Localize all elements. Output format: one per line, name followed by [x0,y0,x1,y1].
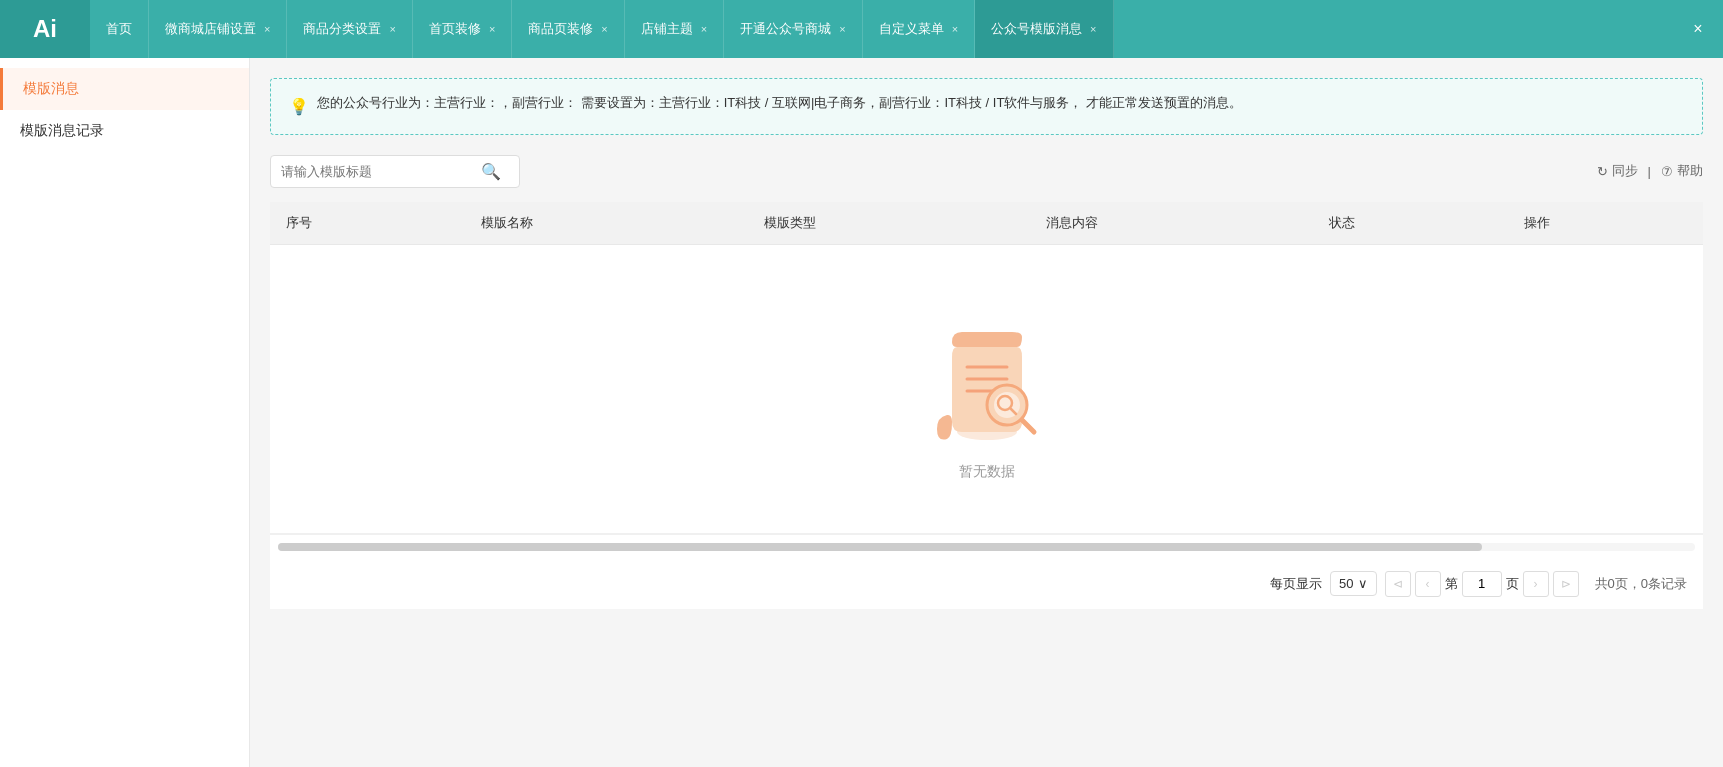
notice-box: 💡 您的公众号行业为：主营行业：，副营行业： 需要设置为：主营行业：IT科技 /… [270,78,1703,135]
nav-tab-home[interactable]: 首页 [90,0,149,58]
last-page-button[interactable]: ⊳ [1553,571,1579,597]
col-header-status: 状态 [1313,202,1508,245]
nav-tabs-container: 首页微商城店铺设置×商品分类设置×首页装修×商品页装修×店铺主题×开通公众号商城… [90,0,1673,58]
search-bar: 🔍 ↻ 同步 | ⑦ 帮助 [270,155,1703,188]
help-button[interactable]: ⑦ 帮助 [1661,162,1703,180]
notice-highlight: 需要设置为：主营行业：IT科技 / 互联网|电子商务，副营行业：IT科技 / I… [581,95,1083,110]
main-layout: 模版消息模版消息记录 💡 您的公众号行业为：主营行业：，副营行业： 需要设置为：… [0,58,1723,767]
empty-cell: 暂无数据 [270,244,1703,533]
page-size-value: 50 [1339,576,1353,591]
page-size-selector[interactable]: 50 ∨ [1330,571,1376,596]
next-page-button[interactable]: › [1523,571,1549,597]
nav-tab-store-theme[interactable]: 店铺主题× [625,0,724,58]
col-header-seq: 序号 [270,202,465,245]
table-header: 序号模版名称模版类型消息内容状态操作 [270,202,1703,245]
page-label-after: 页 [1506,575,1519,593]
sync-button[interactable]: ↻ 同步 [1597,162,1638,180]
close-tab-icon[interactable]: × [952,23,958,35]
col-header-action: 操作 [1508,202,1703,245]
col-header-type: 模版类型 [748,202,1031,245]
empty-state-icon [922,317,1052,447]
app-logo: Ai [0,0,90,58]
nav-tab-product-decoration[interactable]: 商品页装修× [512,0,624,58]
page-navigation: ⊲ ‹ 第 页 › ⊳ [1385,571,1579,597]
close-tab-icon[interactable]: × [601,23,607,35]
nav-tab-home-decoration[interactable]: 首页装修× [413,0,512,58]
sidebar: 模版消息模版消息记录 [0,58,250,767]
close-tab-icon[interactable]: × [489,23,495,35]
nav-tab-custom-menu[interactable]: 自定义菜单× [863,0,975,58]
empty-row: 暂无数据 [270,244,1703,533]
horizontal-scrollbar[interactable] [270,534,1703,559]
page-label-before: 第 [1445,575,1458,593]
top-actions: ↻ 同步 | ⑦ 帮助 [1597,162,1703,180]
page-size-label: 每页显示 [1270,575,1322,593]
prev-page-button[interactable]: ‹ [1415,571,1441,597]
search-input-wrapper[interactable]: 🔍 [270,155,520,188]
refresh-icon: ↻ [1597,164,1608,179]
help-icon: ⑦ [1661,164,1673,179]
action-divider: | [1648,164,1651,179]
nav-tab-store-settings[interactable]: 微商城店铺设置× [149,0,287,58]
notice-text: 您的公众号行业为：主营行业：，副营行业： 需要设置为：主营行业：IT科技 / 互… [317,93,1242,114]
pagination: 每页显示 50 ∨ ⊲ ‹ 第 页 › ⊳ 共0页，0条记录 [270,559,1703,609]
scrollbar-track [278,543,1695,551]
dropdown-icon: ∨ [1358,576,1368,591]
content-area: 💡 您的公众号行业为：主营行业：，副营行业： 需要设置为：主营行业：IT科技 /… [250,58,1723,767]
nav-tab-open-mall[interactable]: 开通公众号商城× [724,0,862,58]
close-tab-icon[interactable]: × [839,23,845,35]
close-tab-icon[interactable]: × [389,23,395,35]
sidebar-item-template-msg[interactable]: 模版消息 [0,68,249,110]
close-tab-icon[interactable]: × [701,23,707,35]
notice-icon: 💡 [289,94,309,120]
page-total: 共0页，0条记录 [1595,575,1687,593]
close-all-tabs-button[interactable]: × [1673,0,1723,58]
col-header-content: 消息内容 [1030,202,1313,245]
empty-state: 暂无数据 [286,257,1687,521]
top-navigation: Ai 首页微商城店铺设置×商品分类设置×首页装修×商品页装修×店铺主题×开通公众… [0,0,1723,58]
close-tab-icon[interactable]: × [264,23,270,35]
search-input[interactable] [281,164,481,179]
scrollbar-thumb [278,543,1482,551]
col-header-name: 模版名称 [465,202,748,245]
nav-tab-category-settings[interactable]: 商品分类设置× [287,0,412,58]
nav-tab-template-msg[interactable]: 公众号模版消息× [975,0,1113,58]
close-tab-icon[interactable]: × [1090,23,1096,35]
table-header-row: 序号模版名称模版类型消息内容状态操作 [270,202,1703,245]
empty-text: 暂无数据 [959,463,1015,481]
page-number-input[interactable] [1462,571,1502,597]
sidebar-item-template-record[interactable]: 模版消息记录 [0,110,249,152]
data-table: 序号模版名称模版类型消息内容状态操作 [270,202,1703,534]
search-button[interactable]: 🔍 [481,162,501,181]
first-page-button[interactable]: ⊲ [1385,571,1411,597]
table-body: 暂无数据 [270,244,1703,533]
svg-line-6 [1022,420,1034,432]
